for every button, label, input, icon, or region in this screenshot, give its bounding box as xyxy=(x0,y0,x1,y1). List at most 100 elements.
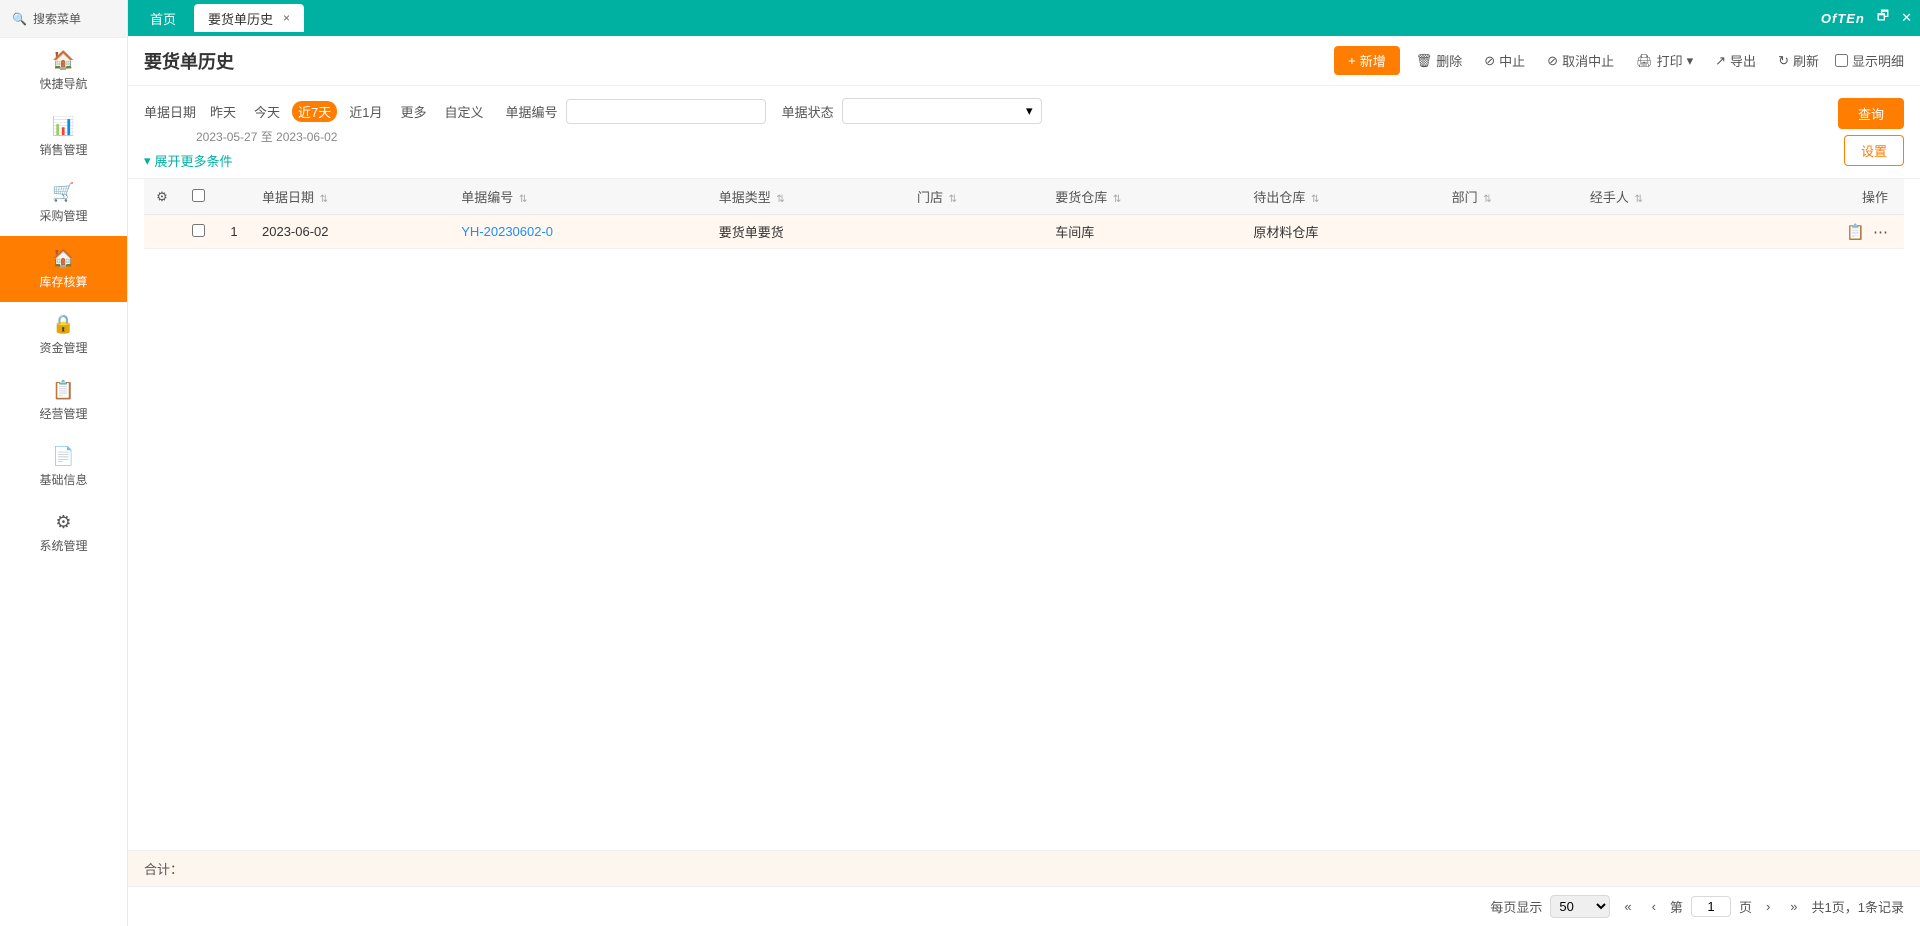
sidebar-item-operations[interactable]: 📋 经营管理 xyxy=(0,368,127,434)
sidebar-item-sales-label: 销售管理 xyxy=(39,141,87,158)
sidebar-search[interactable]: 🔍 搜索菜单 xyxy=(0,0,127,38)
th-settings[interactable]: ⚙ xyxy=(144,179,180,215)
first-page-btn[interactable]: « xyxy=(1618,897,1637,916)
shortcut-more[interactable]: 更多 xyxy=(395,101,433,122)
print-label: 打印 xyxy=(1657,51,1683,70)
settings-button[interactable]: 设置 xyxy=(1844,135,1904,166)
sidebar-item-finance-label: 资金管理 xyxy=(39,339,87,356)
refresh-icon: ↻ xyxy=(1778,53,1789,69)
th-action-label: 操作 xyxy=(1862,190,1888,205)
filter-right: 查询 设置 xyxy=(1838,98,1904,166)
per-page-select[interactable]: 50 10 20 100 xyxy=(1550,895,1610,918)
refresh-button[interactable]: ↻ 刷新 xyxy=(1772,47,1825,74)
th-handler-sort-icon: ⇅ xyxy=(1634,194,1642,205)
display-detail-label: 显示明细 xyxy=(1852,51,1904,70)
shortcut-last7days[interactable]: 近7天 xyxy=(292,101,337,122)
add-icon: + xyxy=(1348,53,1356,68)
td-doc-no-0[interactable]: YH-20230602-0 xyxy=(451,215,709,249)
last-page-btn[interactable]: » xyxy=(1784,897,1803,916)
td-req-warehouse-0: 车间库 xyxy=(1045,215,1243,249)
th-dept-sort-icon: ⇅ xyxy=(1483,194,1491,205)
page-number-input[interactable] xyxy=(1691,896,1731,917)
td-checkbox-0[interactable] xyxy=(180,215,216,249)
sidebar: 🔍 搜索菜单 🏠 快捷导航 📊 销售管理 🛒 采购管理 🏠 库存核算 🔒 资金管… xyxy=(0,0,128,926)
th-doc-no[interactable]: 单据编号 ⇅ xyxy=(451,179,709,215)
sidebar-item-sales[interactable]: 📊 销售管理 xyxy=(0,104,127,170)
doc-status-label: 单据状态 xyxy=(782,102,834,121)
add-button[interactable]: + 新增 xyxy=(1334,46,1400,75)
shortcut-yesterday[interactable]: 昨天 xyxy=(204,101,242,122)
th-store[interactable]: 门店 ⇅ xyxy=(907,179,1045,215)
shortcut-last1month[interactable]: 近1月 xyxy=(343,101,388,122)
th-dept[interactable]: 部门 ⇅ xyxy=(1442,179,1580,215)
sidebar-search-label: 搜索菜单 xyxy=(33,10,81,27)
th-doc-no-label: 单据编号 xyxy=(461,190,513,205)
page-content: 要货单历史 + 新增 🗑 删除 ⊘ 中止 ⊘ 取消中止 xyxy=(128,36,1920,926)
action-edit-icon-0[interactable]: 📋 xyxy=(1846,223,1865,241)
home-icon: 🏠 xyxy=(52,50,74,71)
th-pending-warehouse[interactable]: 待出仓库 ⇅ xyxy=(1243,179,1441,215)
tab-close-icon[interactable]: × xyxy=(283,11,290,25)
query-button[interactable]: 查询 xyxy=(1838,98,1904,129)
th-num xyxy=(216,179,252,215)
sidebar-item-system[interactable]: ⚙ 系统管理 xyxy=(0,500,127,566)
th-doc-type-sort-icon: ⇅ xyxy=(776,194,784,205)
sidebar-item-system-label: 系统管理 xyxy=(39,537,87,554)
th-req-warehouse-label: 要货仓库 xyxy=(1055,190,1107,205)
date-range-text: 2023-05-27 至 2023-06-02 xyxy=(196,128,1822,145)
restore-btn[interactable]: 🗗 xyxy=(1877,7,1889,29)
shortcut-custom[interactable]: 自定义 xyxy=(439,101,490,122)
doc-no-link-0[interactable]: YH-20230602-0 xyxy=(461,224,553,239)
th-req-warehouse-sort-icon: ⇅ xyxy=(1113,194,1121,205)
inventory-icon: 🏠 xyxy=(52,248,74,269)
tab-home-label: 首页 xyxy=(150,9,176,28)
cancel-stop-button[interactable]: ⊘ 取消中止 xyxy=(1541,47,1620,74)
prev-page-btn[interactable]: ‹ xyxy=(1646,897,1662,916)
sidebar-item-basic[interactable]: 📄 基础信息 xyxy=(0,434,127,500)
th-dept-label: 部门 xyxy=(1452,190,1478,205)
display-detail-toggle[interactable]: 显示明细 xyxy=(1835,51,1904,70)
shortcut-today[interactable]: 今天 xyxy=(248,101,286,122)
per-page-label: 每页显示 xyxy=(1490,897,1542,916)
tab-bar-right: OfTEn 🗗 ✕ xyxy=(1821,7,1912,29)
th-date[interactable]: 单据日期 ⇅ xyxy=(252,179,451,215)
sidebar-item-inventory[interactable]: 🏠 库存核算 xyxy=(0,236,127,302)
display-detail-checkbox[interactable] xyxy=(1835,54,1848,67)
select-all-checkbox[interactable] xyxy=(192,189,205,202)
th-doc-type[interactable]: 单据类型 ⇅ xyxy=(709,179,907,215)
sidebar-item-purchase-label: 采购管理 xyxy=(39,207,87,224)
td-store-0 xyxy=(907,215,1045,249)
sidebar-item-operations-label: 经营管理 xyxy=(39,405,87,422)
th-req-warehouse[interactable]: 要货仓库 ⇅ xyxy=(1045,179,1243,215)
sidebar-item-purchase[interactable]: 🛒 采购管理 xyxy=(0,170,127,236)
stop-icon: ⊘ xyxy=(1484,53,1495,69)
table-header-row: ⚙ 单据日期 ⇅ 单据编号 ⇅ xyxy=(144,179,1904,215)
th-doc-no-sort-icon: ⇅ xyxy=(519,194,527,205)
export-button[interactable]: ↗ 导出 xyxy=(1709,47,1762,74)
row-checkbox-0[interactable] xyxy=(192,224,205,237)
tab-requisition-history[interactable]: 要货单历史 × xyxy=(194,4,304,32)
next-page-btn[interactable]: › xyxy=(1760,897,1776,916)
print-button[interactable]: 🖨 打印 ▾ xyxy=(1630,47,1699,74)
expand-icon: ▾ xyxy=(144,153,151,169)
doc-status-select[interactable]: ▾ xyxy=(842,98,1042,124)
filter-row: 单据日期 昨天 今天 近7天 近1月 更多 自定义 xyxy=(144,98,1822,124)
sidebar-item-finance[interactable]: 🔒 资金管理 xyxy=(0,302,127,368)
sidebar-item-quick-nav[interactable]: 🏠 快捷导航 xyxy=(0,38,127,104)
doc-number-input[interactable] xyxy=(566,99,766,124)
expand-more-btn[interactable]: ▾ 展开更多条件 xyxy=(144,151,1822,170)
doc-status-arrow-icon: ▾ xyxy=(1026,103,1033,119)
stop-button[interactable]: ⊘ 中止 xyxy=(1478,47,1531,74)
action-more-icon-0[interactable]: ⋯ xyxy=(1873,223,1888,241)
th-checkbox[interactable] xyxy=(180,179,216,215)
table-footer: 合计： xyxy=(128,850,1920,886)
th-handler[interactable]: 经手人 ⇅ xyxy=(1580,179,1748,215)
brand-label: OfTEn xyxy=(1821,11,1865,26)
delete-button[interactable]: 🗑 删除 xyxy=(1410,47,1469,74)
close-btn[interactable]: ✕ xyxy=(1901,10,1912,26)
tab-home[interactable]: 首页 xyxy=(136,4,190,32)
td-dept-0 xyxy=(1442,215,1580,249)
date-label: 单据日期 xyxy=(144,102,196,121)
cancel-stop-icon: ⊘ xyxy=(1547,53,1558,69)
purchase-icon: 🛒 xyxy=(52,182,74,203)
